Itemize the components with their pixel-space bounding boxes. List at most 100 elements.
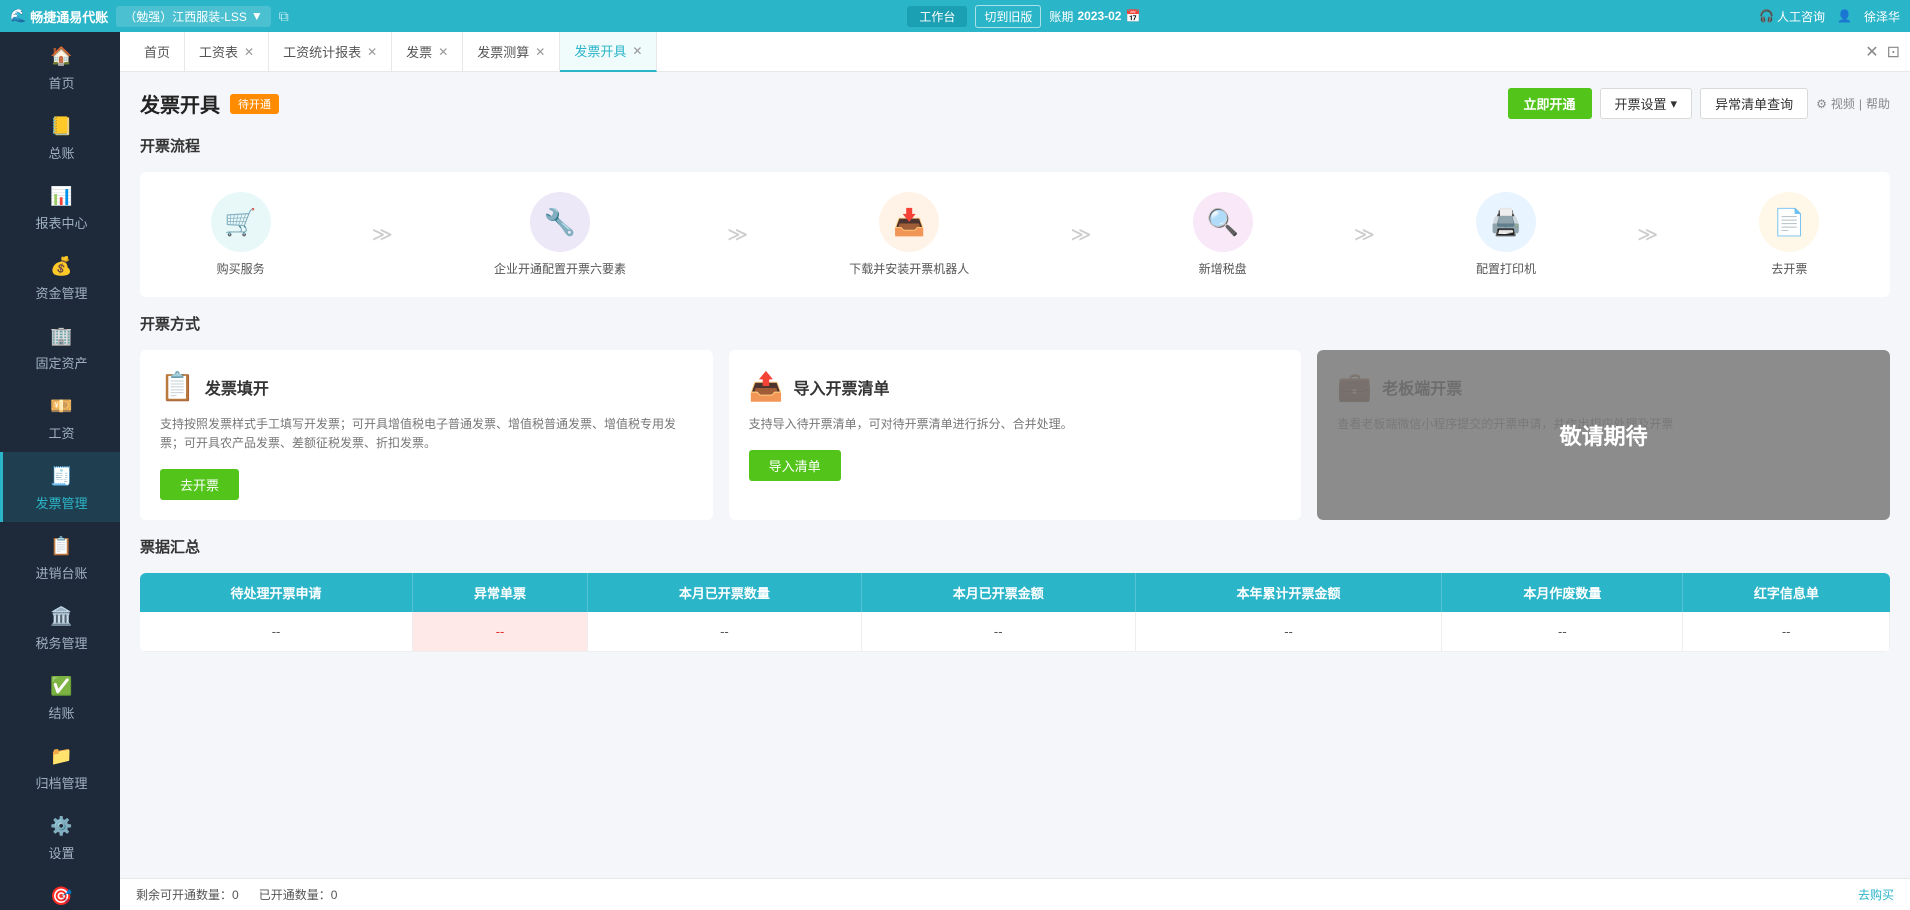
sidebar-label-settle: 结账 (48, 703, 74, 722)
assets-icon: 🏢 (50, 326, 72, 347)
process-step-issue[interactable]: 📄 去开票 (1759, 192, 1819, 277)
process-flow-title: 开票流程 (140, 135, 1890, 156)
status-badge: 待开通 (230, 94, 279, 114)
app-logo: 🌊 畅捷通易代账 (10, 7, 108, 26)
user-avatar: 👤 (1837, 9, 1852, 23)
tab-salary-report[interactable]: 工资统计报表 ✕ (269, 32, 392, 72)
calendar-icon[interactable]: 📅 (1125, 9, 1140, 23)
buy-label: 购买服务 (217, 260, 265, 277)
tab-invoice-list[interactable]: 发票 ✕ (392, 32, 463, 72)
tax-icon: 🏛️ (50, 606, 72, 627)
tab-salary-report-close[interactable]: ✕ (367, 45, 377, 59)
sidebar-label-funds: 资金管理 (35, 283, 87, 302)
sidebar-item-purchase[interactable]: 📋 进销台账 (0, 522, 120, 592)
funds-icon: 💰 (50, 256, 72, 277)
tab-invoice-list-close[interactable]: ✕ (438, 45, 448, 59)
sidebar-item-salary[interactable]: 💴 工资 (0, 382, 120, 452)
cell-pending: -- (140, 612, 413, 652)
tab-invoice-calc-close[interactable]: ✕ (535, 45, 545, 59)
sidebar-item-newbie[interactable]: 🎯 新手引导 (0, 872, 120, 910)
old-version-button[interactable]: 切到旧版 (975, 5, 1041, 28)
sidebar-item-settings[interactable]: ⚙️ 设置 (0, 802, 120, 872)
sidebar-item-tax[interactable]: 🏛️ 税务管理 (0, 592, 120, 662)
arrow-4: ≫ (1354, 222, 1375, 247)
tab-invoice-issue-close[interactable]: ✕ (632, 44, 642, 58)
methods-section: 开票方式 📋 发票填开 支持按照发票样式手工填写开发票；可开具增值税电子普通发票… (140, 313, 1890, 520)
buy-link[interactable]: 去购买 (1858, 886, 1894, 903)
process-flow-section: 开票流程 🛒 购买服务 ≫ 🔧 企业开通 (140, 135, 1890, 297)
sidebar-item-ledger[interactable]: 📒 总账 (0, 102, 120, 172)
company-selector[interactable]: （勉强）江西服装-LSS ▼ (116, 6, 271, 27)
user-name[interactable]: 徐泽华 (1864, 8, 1900, 25)
main-layout: 🏠 首页 📒 总账 📊 报表中心 💰 资金管理 🏢 固定资产 💴 工资 🧾 发票… (0, 32, 1910, 910)
tab-invoice-issue[interactable]: 发票开具 ✕ (560, 32, 657, 72)
issue-icon: 📄 (1759, 192, 1819, 252)
sidebar-item-invoice[interactable]: 🧾 发票管理 (0, 452, 120, 522)
process-step-print-cfg[interactable]: 🖨️ 配置打印机 (1476, 192, 1536, 277)
sidebar-label-ledger: 总账 (48, 143, 74, 162)
cell-void-count: -- (1442, 612, 1683, 652)
copy-icon: ⧉ (279, 8, 289, 25)
support-link[interactable]: 🎧 人工咨询 (1759, 8, 1825, 25)
divider: | (1859, 97, 1862, 111)
sidebar-item-reports[interactable]: 📊 报表中心 (0, 172, 120, 242)
headset-icon: 🎧 (1759, 9, 1774, 23)
cell-year-amount: -- (1135, 612, 1442, 652)
coming-soon-text: 敬请期待 (1560, 419, 1648, 451)
sidebar-item-assets[interactable]: 🏢 固定资产 (0, 312, 120, 382)
tab-home[interactable]: 首页 (130, 32, 185, 72)
open-now-button[interactable]: 立即开通 (1508, 88, 1592, 119)
process-step-add-tax[interactable]: 🔍 新增税盘 (1193, 192, 1253, 277)
tab-salary-table-label: 工资表 (199, 42, 238, 61)
col-month-amount: 本月已开票金额 (861, 573, 1135, 612)
sidebar-item-archive[interactable]: 📁 归档管理 (0, 732, 120, 802)
header-actions: 立即开通 开票设置 ▾ 异常清单查询 ⚙ 视频 | 帮助 (1508, 88, 1891, 119)
tab-restore-icon[interactable]: ⊡ (1887, 42, 1900, 62)
tab-invoice-calc-label: 发票测算 (477, 42, 529, 61)
method-card-import: 📤 导入开票清单 支持导入待开票清单，可对待开票清单进行拆分、合并处理。 导入清… (729, 350, 1302, 520)
top-bar: 🌊 畅捷通易代账 （勉强）江西服装-LSS ▼ ⧉ 工作台 切到旧版 账期 20… (0, 0, 1910, 32)
sidebar-item-settle[interactable]: ✅ 结账 (0, 662, 120, 732)
sidebar-item-home[interactable]: 🏠 首页 (0, 32, 120, 102)
method-card-manual: 📋 发票填开 支持按照发票样式手工填写开发票；可开具增值税电子普通发票、增值税普… (140, 350, 713, 520)
period-label: 账期 2023-02 📅 (1049, 8, 1140, 25)
import-card-icon: 📤 (749, 370, 784, 403)
tab-bar-actions: ✕ ⊡ (1865, 42, 1900, 62)
arrow-2: ≫ (727, 222, 748, 247)
import-card-desc: 支持导入待开票清单，可对待开票清单进行拆分、合并处理。 (749, 415, 1282, 434)
config-icon: 🔧 (530, 192, 590, 252)
chevron-down-icon: ▾ (1671, 96, 1678, 112)
open-settings-button[interactable]: 开票设置 ▾ (1600, 88, 1693, 119)
summary-table: 待处理开票申请 异常单票 本月已开票数量 本月已开票金额 本年累计开票金额 本月… (140, 573, 1890, 652)
process-step-buy[interactable]: 🛒 购买服务 (211, 192, 271, 277)
process-step-download[interactable]: 📥 下载并安装开票机器人 (849, 192, 969, 277)
settle-icon: ✅ (50, 676, 72, 697)
abnormal-query-button[interactable]: 异常清单查询 (1700, 88, 1808, 119)
home-icon: 🏠 (50, 46, 72, 67)
process-step-config[interactable]: 🔧 企业开通配置开票六要素 (494, 192, 626, 277)
invoice-icon: 🧾 (50, 466, 72, 487)
reports-icon: 📊 (50, 186, 72, 207)
config-label: 企业开通配置开票六要素 (494, 260, 626, 277)
col-void-count: 本月作废数量 (1442, 573, 1683, 612)
tab-bar: 首页 工资表 ✕ 工资统计报表 ✕ 发票 ✕ 发票测算 ✕ 发票开具 ✕ (120, 32, 1910, 72)
salary-icon: 💴 (50, 396, 72, 417)
sidebar-label-tax: 税务管理 (35, 633, 87, 652)
tab-salary-table-close[interactable]: ✕ (244, 45, 254, 59)
tab-close-all-icon[interactable]: ✕ (1865, 42, 1878, 62)
sidebar-item-funds[interactable]: 💰 资金管理 (0, 242, 120, 312)
import-card-btn[interactable]: 导入清单 (749, 450, 841, 481)
workbench-button[interactable]: 工作台 (907, 6, 967, 27)
tab-salary-table[interactable]: 工资表 ✕ (185, 32, 269, 72)
bottom-bar: 剩余可开通数量：0 已开通数量：0 去购买 (120, 878, 1910, 910)
methods-grid: 📋 发票填开 支持按照发票样式手工填写开发票；可开具增值税电子普通发票、增值税普… (140, 350, 1890, 520)
help-label[interactable]: 帮助 (1866, 95, 1890, 112)
video-help-label[interactable]: 视频 (1831, 95, 1855, 112)
top-bar-right: 🎧 人工咨询 👤 徐泽华 (1759, 8, 1900, 25)
settings-icon: ⚙️ (50, 816, 72, 837)
tab-invoice-list-label: 发票 (406, 42, 432, 61)
content-area: 首页 工资表 ✕ 工资统计报表 ✕ 发票 ✕ 发票测算 ✕ 发票开具 ✕ (120, 32, 1910, 910)
sidebar-label-assets: 固定资产 (35, 353, 87, 372)
manual-card-btn[interactable]: 去开票 (160, 469, 239, 500)
tab-invoice-calc[interactable]: 发票测算 ✕ (463, 32, 560, 72)
